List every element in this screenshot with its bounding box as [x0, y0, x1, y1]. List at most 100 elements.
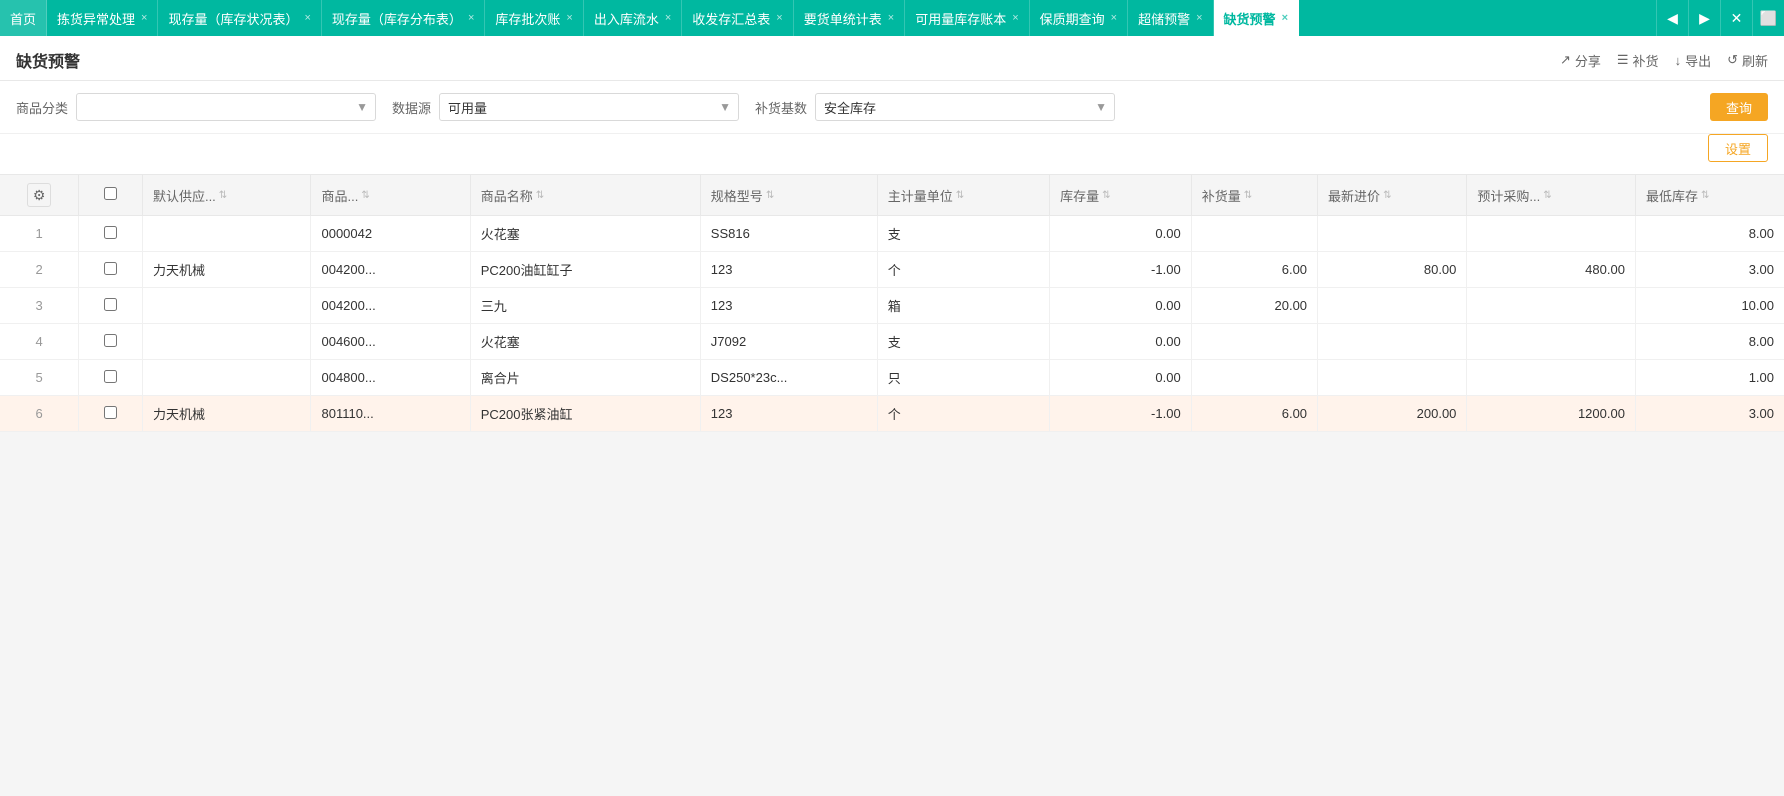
datasource-select[interactable]: 可用量	[439, 93, 739, 121]
nav-tab-8[interactable]: 可用量库存账本 ×	[905, 0, 1029, 36]
nav-controls: ◀ ▶ ✕ ⬜	[1656, 0, 1784, 36]
nav-close-btn[interactable]: ✕	[1720, 0, 1752, 36]
close-tab-7[interactable]: ×	[888, 12, 894, 24]
close-tab-11[interactable]: ×	[1282, 12, 1288, 24]
category-filter-group: 商品分类 ▼	[16, 93, 376, 121]
row-name: 火花塞	[470, 216, 700, 252]
row-stock: 0.00	[1050, 324, 1192, 360]
th-restock[interactable]: 补货量 ⇅	[1191, 175, 1317, 216]
export-action[interactable]: ↓ 导出	[1675, 51, 1712, 70]
close-tab-1[interactable]: ×	[141, 12, 147, 24]
nav-next-btn[interactable]: ▶	[1688, 0, 1720, 36]
th-name[interactable]: 商品名称 ⇅	[470, 175, 700, 216]
nav-tab-7[interactable]: 要货单统计表 ×	[794, 0, 905, 36]
row-num-cell: 5	[0, 360, 79, 396]
row-checkbox-0[interactable]	[104, 226, 117, 239]
nav-tab-4[interactable]: 库存批次账 ×	[485, 0, 583, 36]
table-container: ⚙ 默认供应... ⇅	[0, 174, 1784, 432]
restock-base-select[interactable]: 安全库存	[815, 93, 1115, 121]
th-unit[interactable]: 主计量单位 ⇅	[877, 175, 1049, 216]
row-code: 004600...	[311, 324, 470, 360]
close-tab-10[interactable]: ×	[1196, 12, 1202, 24]
close-tab-5[interactable]: ×	[665, 12, 671, 24]
nav-expand-btn[interactable]: ⬜	[1752, 0, 1784, 36]
row-price	[1318, 288, 1467, 324]
th-supplier[interactable]: 默认供应... ⇅	[142, 175, 311, 216]
row-spec: SS816	[700, 216, 877, 252]
row-unit: 支	[877, 324, 1049, 360]
row-minstk: 1.00	[1635, 360, 1784, 396]
row-supplier	[142, 324, 311, 360]
row-checkbox-5[interactable]	[104, 406, 117, 419]
select-all-checkbox[interactable]	[104, 187, 117, 200]
name-sort-icon: ⇅	[536, 190, 544, 201]
restock-base-label: 补货基数	[755, 98, 807, 117]
restock-icon: ☰	[1617, 52, 1629, 68]
share-action[interactable]: ↗ 分享	[1560, 51, 1601, 70]
row-code: 004200...	[311, 252, 470, 288]
row-supplier	[142, 216, 311, 252]
header-actions: ↗ 分享 ☰ 补货 ↓ 导出 ↺ 刷新	[1560, 51, 1768, 70]
th-stock[interactable]: 库存量 ⇅	[1050, 175, 1192, 216]
row-checkbox-3[interactable]	[104, 334, 117, 347]
row-check-cell	[79, 324, 143, 360]
row-checkbox-4[interactable]	[104, 370, 117, 383]
th-forecast[interactable]: 预计采购... ⇅	[1467, 175, 1636, 216]
row-unit: 只	[877, 360, 1049, 396]
nav-tab-5[interactable]: 出入库流水 ×	[584, 0, 682, 36]
nav-tab-10[interactable]: 超储预警 ×	[1128, 0, 1213, 36]
row-num: 5	[36, 370, 43, 385]
row-price	[1318, 216, 1467, 252]
row-check-cell	[79, 360, 143, 396]
row-minstk: 10.00	[1635, 288, 1784, 324]
row-code: 0000042	[311, 216, 470, 252]
row-restock: 6.00	[1191, 396, 1317, 432]
close-tab-2[interactable]: ×	[304, 12, 310, 24]
row-num: 2	[36, 262, 43, 277]
row-num-cell: 4	[0, 324, 79, 360]
close-tab-8[interactable]: ×	[1012, 12, 1018, 24]
row-minstk: 8.00	[1635, 216, 1784, 252]
row-supplier: 力天机械	[142, 396, 311, 432]
row-name: 火花塞	[470, 324, 700, 360]
close-tab-3[interactable]: ×	[468, 12, 474, 24]
row-forecast	[1467, 216, 1636, 252]
row-stock: 0.00	[1050, 288, 1192, 324]
th-minstk[interactable]: 最低库存 ⇅	[1635, 175, 1784, 216]
query-button[interactable]: 查询	[1710, 93, 1768, 121]
th-spec[interactable]: 规格型号 ⇅	[700, 175, 877, 216]
nav-tab-11[interactable]: 缺货预警 ×	[1214, 0, 1299, 36]
forecast-sort-icon: ⇅	[1543, 190, 1551, 201]
row-supplier: 力天机械	[142, 252, 311, 288]
nav-prev-btn[interactable]: ◀	[1656, 0, 1688, 36]
row-checkbox-2[interactable]	[104, 298, 117, 311]
row-checkbox-1[interactable]	[104, 262, 117, 275]
refresh-action[interactable]: ↺ 刷新	[1727, 51, 1768, 70]
nav-tab-9[interactable]: 保质期查询 ×	[1030, 0, 1128, 36]
close-tab-9[interactable]: ×	[1111, 12, 1117, 24]
th-code[interactable]: 商品... ⇅	[311, 175, 470, 216]
settings-icon[interactable]: ⚙	[27, 183, 51, 207]
row-price	[1318, 360, 1467, 396]
nav-tab-1[interactable]: 拣货异常处理 ×	[47, 0, 158, 36]
row-code: 801110...	[311, 396, 470, 432]
category-select[interactable]	[76, 93, 376, 121]
nav-tab-2[interactable]: 现存量（库存状况表） ×	[158, 0, 321, 36]
row-num: 4	[36, 334, 43, 349]
nav-bar: 首页 拣货异常处理 × 现存量（库存状况表） × 现存量（库存分布表） × 库存…	[0, 0, 1784, 36]
settings-button[interactable]: 设置	[1708, 134, 1768, 162]
page-title: 缺货预警	[16, 48, 1560, 72]
nav-tab-home[interactable]: 首页	[0, 0, 47, 36]
restock-action[interactable]: ☰ 补货	[1617, 51, 1659, 70]
row-unit: 箱	[877, 288, 1049, 324]
row-supplier	[142, 288, 311, 324]
close-tab-6[interactable]: ×	[776, 12, 782, 24]
row-num-cell: 3	[0, 288, 79, 324]
row-restock	[1191, 216, 1317, 252]
nav-tab-6[interactable]: 收发存汇总表 ×	[682, 0, 793, 36]
nav-tab-3[interactable]: 现存量（库存分布表） ×	[322, 0, 485, 36]
close-tab-4[interactable]: ×	[566, 12, 572, 24]
code-sort-icon: ⇅	[361, 190, 369, 201]
datasource-label: 数据源	[392, 98, 431, 117]
th-price[interactable]: 最新进价 ⇅	[1318, 175, 1467, 216]
